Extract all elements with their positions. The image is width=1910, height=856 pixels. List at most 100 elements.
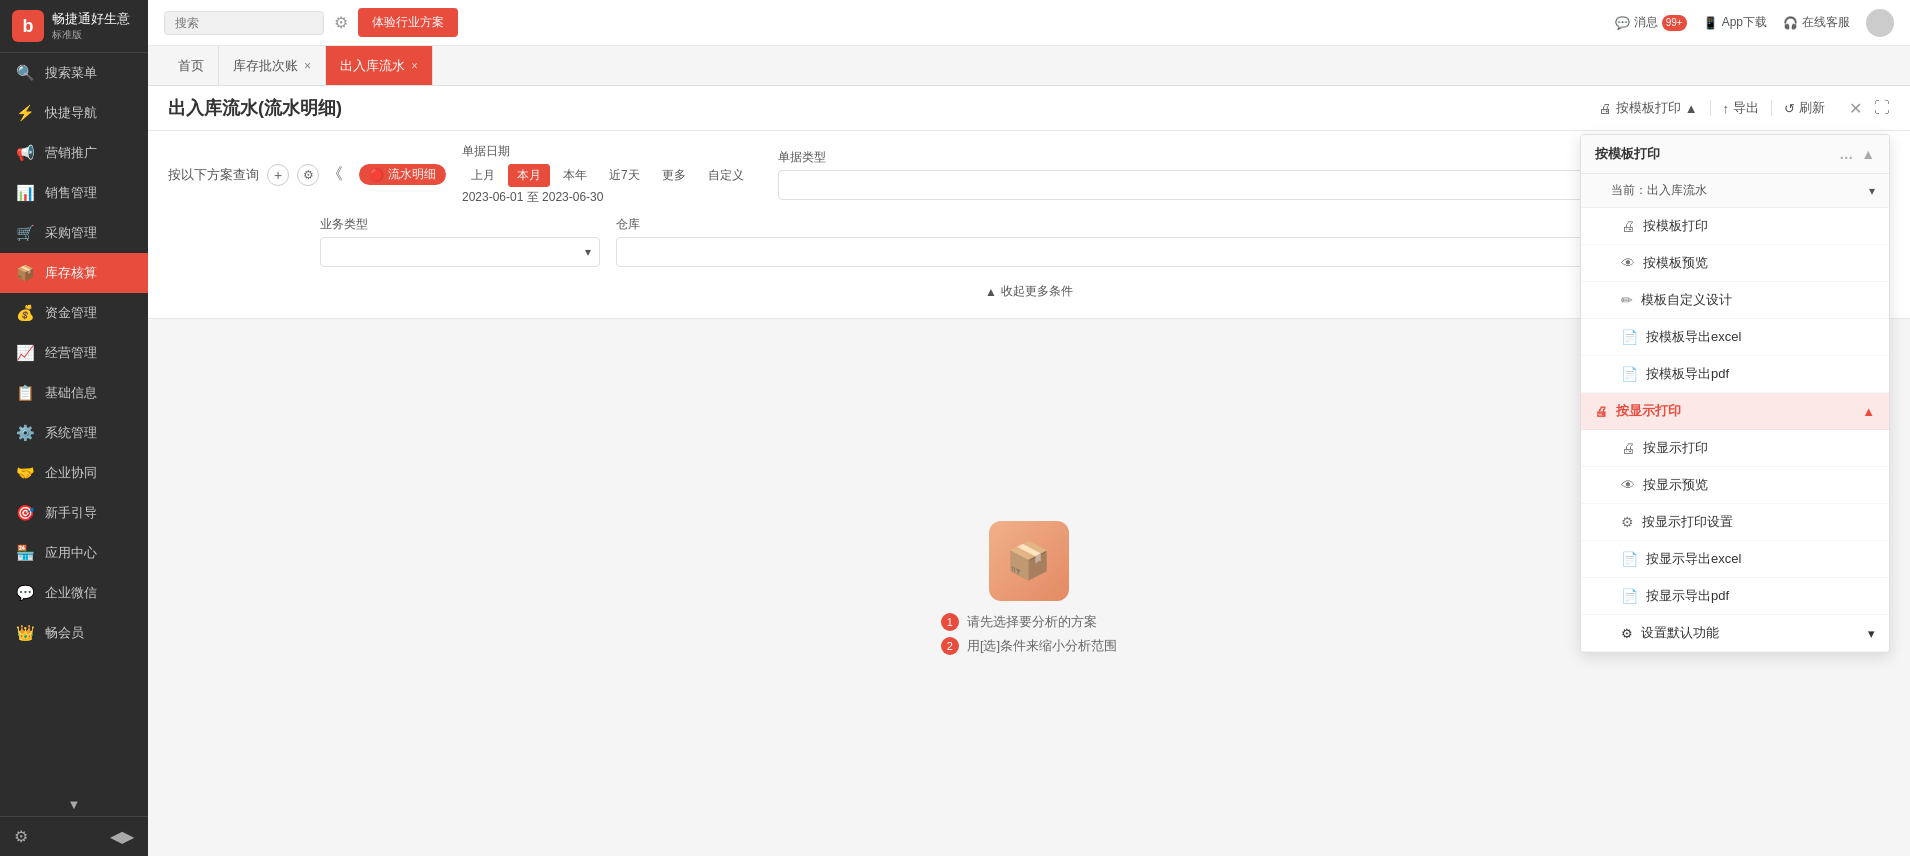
sidebar-item-sales[interactable]: 📊销售管理 [0,173,148,213]
dropdown-display-item-display-preview[interactable]: 👁按显示预览 [1581,467,1889,504]
message-button[interactable]: 💬 消息 99+ [1615,14,1687,31]
dropdown-more-icon[interactable]: … [1839,146,1853,162]
chevron-down-icon2: ▾ [585,245,591,259]
dropdown-display-items: 🖨按显示打印👁按显示预览⚙按显示打印设置📄按显示导出excel 📄 按显示导出pdf [1581,430,1889,615]
tab-inout-flow[interactable]: 出入库流水× [326,46,433,85]
display-item-icon-display-print-settings: ⚙ [1621,514,1634,530]
date-field: 单据日期 上月本月本年近7天更多自定义 2023-06-01 至 2023-06… [462,143,762,206]
maximize-icon[interactable]: ⛶ [1874,99,1890,117]
settings-icon[interactable]: ⚙ [14,827,28,846]
display-item-label-display-print: 按显示打印 [1643,439,1708,457]
tab-close-inout-flow[interactable]: × [411,59,418,73]
display-item-label-display-export-pdf: 按显示导出pdf [1646,587,1729,605]
display-item-label-display-preview: 按显示预览 [1643,476,1708,494]
collapse-sidebar-icon[interactable]: ◀▶ [110,827,134,846]
dropdown-header-icons: … ▲ [1839,146,1875,162]
export-icon: ↑ [1723,101,1730,116]
sidebar-icon-newbie: 🎯 [16,504,35,522]
tab-batch-account[interactable]: 库存批次账× [219,46,326,85]
sidebar-item-search[interactable]: 🔍 搜索菜单 [0,53,148,93]
topbar-gear-icon[interactable]: ⚙ [334,13,348,32]
close-window-icon[interactable]: ✕ [1849,99,1862,118]
date-option-custom[interactable]: 自定义 [699,164,753,187]
sidebar-item-finance[interactable]: 💰资金管理 [0,293,148,333]
business-type-select[interactable]: ▾ [320,237,600,267]
filter-tag[interactable]: 🔴 流水明细 [359,164,446,185]
sidebar-item-wechat[interactable]: 💬企业微信 [0,573,148,613]
sidebar-item-appcenter[interactable]: 🏪应用中心 [0,533,148,573]
dropdown-item-template-export-pdf[interactable]: 📄按模板导出pdf [1581,356,1889,393]
filter-add-button[interactable]: + [267,164,289,186]
date-option-this-year[interactable]: 本年 [554,164,596,187]
printer-icon: 🖨 [1599,101,1612,116]
print-dropdown-panel: 按模板打印 … ▲ 当前：出入库流水 ▾ 🖨按模板打印👁按模板预览✏模板自定义设… [1580,134,1890,653]
display-item-icon-display-export-pdf: 📄 [1621,588,1638,604]
sidebar-item-quick-nav[interactable]: ⚡快捷导航 [0,93,148,133]
bill-type-select[interactable]: ▾ [778,170,1706,200]
dropdown-item-template-export-excel[interactable]: 📄按模板导出excel [1581,319,1889,356]
sidebar-icon-search: 🔍 [16,64,35,82]
sidebar-item-newbie[interactable]: 🎯新手引导 [0,493,148,533]
business-type-field: 业务类型 ▾ [320,216,600,267]
main-area: ⚙ 体验行业方案 💬 消息 99+ 📱 App下载 🎧 在线客服 首页库存批次账… [148,0,1910,856]
sidebar-label-inventory: 库存核算 [45,264,97,282]
sidebar-icon-member: 👑 [16,624,35,642]
filter-gear-button[interactable]: ⚙ [297,164,319,186]
dropdown-default-func[interactable]: ⚙ 设置默认功能 ▾ [1581,615,1889,652]
page-header: 出入库流水(流水明细) 🖨 按模板打印 ▲ ↑ 导出 ↺ 刷新 ✕ [148,86,1910,131]
filter-label-row: 按以下方案查询 + ⚙ 《 [168,164,343,186]
solution-button[interactable]: 体验行业方案 [358,8,458,37]
print-button[interactable]: 🖨 按模板打印 ▲ [1599,99,1698,117]
sidebar-icon-sales: 📊 [16,184,35,202]
tab-bar: 首页库存批次账×出入库流水× [148,46,1910,86]
sidebar-item-system[interactable]: ⚙️系统管理 [0,413,148,453]
app-download-link[interactable]: 📱 App下载 [1703,14,1767,31]
search-box[interactable] [164,11,324,35]
tab-home[interactable]: 首页 [164,46,219,85]
sidebar-scroll-down[interactable]: ▼ [0,793,148,816]
sidebar-label-operations: 经营管理 [45,344,97,362]
online-service-link[interactable]: 🎧 在线客服 [1783,14,1850,31]
page-header-actions: 🖨 按模板打印 ▲ ↑ 导出 ↺ 刷新 ✕ ⛶ [1599,99,1890,118]
sidebar-item-enterprise[interactable]: 🤝企业协同 [0,453,148,493]
dropdown-chevron-up-icon[interactable]: ▲ [1861,146,1875,162]
sidebar-label-marketing: 营销推广 [45,144,97,162]
sidebar-label-search: 搜索菜单 [45,64,97,82]
export-button[interactable]: ↑ 导出 [1723,99,1760,117]
dropdown-item-template-print[interactable]: 🖨按模板打印 [1581,208,1889,245]
app-logo-icon: b [12,10,44,42]
dropdown-display-item-display-export-pdf[interactable]: 📄 按显示导出pdf [1581,578,1889,615]
sidebar-item-operations[interactable]: 📈经营管理 [0,333,148,373]
dropdown-item-template-custom[interactable]: ✏模板自定义设计 [1581,282,1889,319]
sidebar-icon-finance: 💰 [16,304,35,322]
sidebar-item-member[interactable]: 👑畅会员 [0,613,148,653]
empty-illustration: 📦 [989,521,1069,601]
filter-collapse-icon[interactable]: 《 [327,164,343,185]
date-option-last-7days[interactable]: 近7天 [600,164,649,187]
print-section-icon: 🖨 [1595,404,1608,419]
dropdown-item-template-preview[interactable]: 👁按模板预览 [1581,245,1889,282]
dropdown-display-section[interactable]: 🖨 按显示打印 ▲ [1581,393,1889,430]
sidebar-icon-quick-nav: ⚡ [16,104,35,122]
search-input[interactable] [175,16,295,30]
sidebar-label-appcenter: 应用中心 [45,544,97,562]
divider [1710,100,1711,116]
item-label-template-preview: 按模板预览 [1643,254,1708,272]
sidebar-item-inventory[interactable]: 📦库存核算 [0,253,148,293]
default-func-icon: ⚙ [1621,626,1633,641]
dropdown-display-item-display-export-excel[interactable]: 📄按显示导出excel [1581,541,1889,578]
phone-icon: 📱 [1703,16,1718,30]
dropdown-display-item-display-print-settings[interactable]: ⚙按显示打印设置 [1581,504,1889,541]
sidebar-item-basic[interactable]: 📋基础信息 [0,373,148,413]
chevron-up-icon2: ▲ [985,285,997,299]
dropdown-sub-chevron[interactable]: ▾ [1869,184,1875,198]
sidebar-item-marketing[interactable]: 📢营销推广 [0,133,148,173]
date-option-last-month[interactable]: 上月 [462,164,504,187]
date-option-more[interactable]: 更多 [653,164,695,187]
sidebar-item-purchase[interactable]: 🛒采购管理 [0,213,148,253]
date-option-this-month[interactable]: 本月 [508,164,550,187]
dropdown-display-item-display-print[interactable]: 🖨按显示打印 [1581,430,1889,467]
tab-close-batch-account[interactable]: × [304,59,311,73]
user-avatar[interactable] [1866,9,1894,37]
refresh-button[interactable]: ↺ 刷新 [1784,99,1825,117]
